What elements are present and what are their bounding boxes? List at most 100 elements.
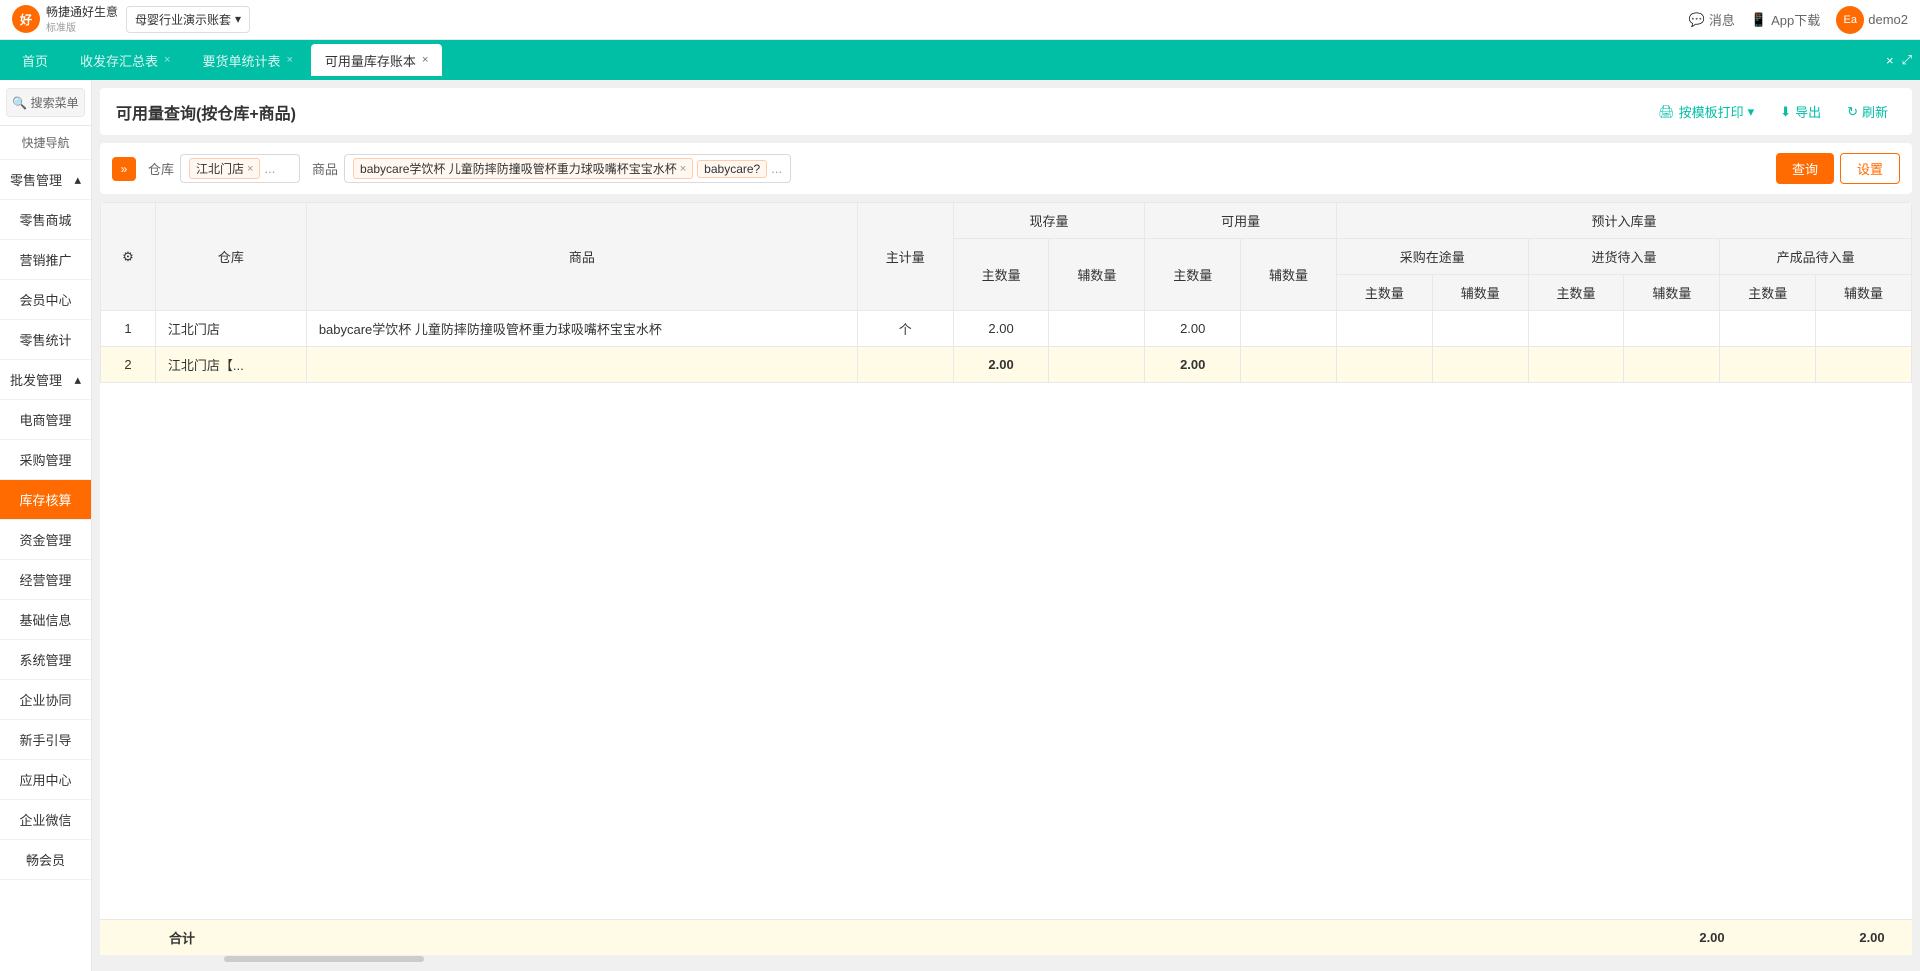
sidebar-item-enterprise-wechat[interactable]: 企业微信: [0, 800, 91, 840]
refresh-icon: ↻: [1847, 104, 1858, 120]
message-action[interactable]: 💬 消息: [1689, 10, 1735, 29]
sidebar-item-system[interactable]: 系统管理: [0, 640, 91, 680]
sidebar-item-label: 基础信息: [19, 610, 71, 629]
tab-available-inventory-label: 可用量库存账本: [325, 51, 416, 70]
sidebar-item-basic-info[interactable]: 基础信息: [0, 600, 91, 640]
sidebar-item-enterprise[interactable]: 企业协同: [0, 680, 91, 720]
sidebar-item-purchase[interactable]: 采购管理: [0, 440, 91, 480]
cell-production-pending-main: [1720, 347, 1816, 383]
chevron-down-icon: ▾: [1748, 104, 1755, 120]
sidebar-item-label: 库存核算: [19, 490, 71, 509]
tab-receive-summary[interactable]: 收发存汇总表 ×: [66, 44, 184, 76]
sidebar-item-label: 系统管理: [19, 650, 71, 669]
sidebar-item-label: 批发管理: [10, 370, 62, 389]
sidebar-item-finance[interactable]: 资金管理: [0, 520, 91, 560]
industry-label: 母婴行业演示账套: [135, 11, 231, 28]
cell-inbound-pending-aux: [1624, 347, 1720, 383]
cell-unit: [857, 347, 953, 383]
sidebar-item-inventory[interactable]: 库存核算: [0, 480, 91, 520]
print-label: 按模板打印: [1679, 102, 1744, 121]
product-tag-1-close[interactable]: ×: [680, 163, 686, 175]
col-warehouse-header: 仓库: [155, 203, 306, 311]
expand-icon: »: [121, 162, 128, 176]
quick-nav-label: 快捷导航: [21, 136, 69, 150]
product-tag-2-text: babycare?: [704, 162, 760, 176]
col-current-aux-header: 辅数量: [1049, 239, 1145, 311]
search-menu-button[interactable]: 🔍 搜索菜单: [6, 88, 85, 117]
main-layout: 🔍 搜索菜单 快捷导航 零售管理 ▴ 零售商城 营销推广 会员中心 零售统计 批…: [0, 80, 1920, 971]
sidebar-item-member[interactable]: 畅会员: [0, 840, 91, 880]
sidebar-item-label: 新手引导: [19, 730, 71, 749]
sidebar-item-label: 经营管理: [19, 570, 71, 589]
product-dots[interactable]: ...: [771, 161, 782, 176]
filter-expand-button[interactable]: »: [112, 157, 136, 181]
footer-available-main: 2.00: [1832, 930, 1912, 945]
cell-purchase-transit-main: [1336, 311, 1432, 347]
product-tag-1: babycare学饮杯 儿童防摔防撞吸管杯重力球吸嘴杯宝宝水杯 ×: [353, 158, 693, 179]
app-download-action[interactable]: 📱 App下载: [1751, 10, 1820, 29]
sidebar-item-ecommerce[interactable]: 电商管理: [0, 400, 91, 440]
sidebar-item-retail-management[interactable]: 零售管理 ▴: [0, 160, 91, 200]
tab-requisition-stats[interactable]: 要货单统计表 ×: [188, 44, 306, 76]
avatar: Ea: [1836, 6, 1864, 34]
maximize-icon[interactable]: ⤢: [1902, 52, 1912, 68]
print-button[interactable]: 🖨 按模板打印 ▾: [1650, 98, 1762, 125]
sidebar-item-wholesale-management[interactable]: 批发管理 ▴: [0, 360, 91, 400]
close-all-icon[interactable]: ×: [1886, 53, 1894, 68]
tab-requisition-stats-label: 要货单统计表: [202, 51, 280, 70]
table-container: ⚙ 仓库 商品 主计量 现存量 可用量 预计入库量 主数量 辅数量 主数量 辅数…: [100, 202, 1912, 963]
cell-inbound-pending-aux: [1624, 311, 1720, 347]
query-button[interactable]: 查询: [1776, 153, 1834, 184]
sidebar-search: 🔍 搜索菜单: [0, 80, 91, 126]
nav-tabs: 首页 收发存汇总表 × 要货单统计表 × 可用量库存账本 × × ⤢: [0, 40, 1920, 80]
cell-purchase-transit-main: [1336, 347, 1432, 383]
cell-available-main: 2.00: [1145, 347, 1241, 383]
cell-product: babycare学饮杯 儿童防摔防撞吸管杯重力球吸嘴杯宝宝水杯: [306, 311, 857, 347]
col-available-main-header: 主数量: [1145, 239, 1241, 311]
cell-current-aux: [1049, 347, 1145, 383]
product-value-area[interactable]: babycare学饮杯 儿童防摔防撞吸管杯重力球吸嘴杯宝宝水杯 × babyca…: [344, 154, 791, 183]
tab-home[interactable]: 首页: [8, 44, 62, 76]
sidebar-item-retail-mall[interactable]: 零售商城: [0, 200, 91, 240]
user-area[interactable]: Ea demo2: [1836, 6, 1908, 34]
cell-inbound-pending-main: [1528, 311, 1624, 347]
tab-requisition-stats-close[interactable]: ×: [286, 54, 292, 66]
warehouse-dots[interactable]: ...: [264, 161, 275, 176]
tab-receive-summary-close[interactable]: ×: [164, 54, 170, 66]
logo-text: 畅捷通好生意: [46, 5, 118, 19]
sidebar-item-retail-stats[interactable]: 零售统计: [0, 320, 91, 360]
data-table: ⚙ 仓库 商品 主计量 现存量 可用量 预计入库量 主数量 辅数量 主数量 辅数…: [100, 202, 1912, 383]
chevron-icon: ▴: [74, 172, 81, 188]
col-production-pending-aux: 辅数量: [1816, 275, 1912, 311]
logo-icon: 好: [12, 5, 40, 33]
scrollbar-thumb[interactable]: [224, 956, 424, 962]
sidebar-item-marketing[interactable]: 营销推广: [0, 240, 91, 280]
warehouse-value-area[interactable]: 江北门店 × ...: [180, 154, 300, 183]
warehouse-tag-close[interactable]: ×: [247, 163, 253, 175]
tab-receive-summary-label: 收发存汇总表: [80, 51, 158, 70]
tab-available-inventory[interactable]: 可用量库存账本 ×: [311, 44, 442, 76]
col-purchase-transit-header: 采购在途量: [1336, 239, 1528, 275]
sidebar-item-app-center[interactable]: 应用中心: [0, 760, 91, 800]
sidebar-item-label: 零售统计: [19, 330, 71, 349]
phone-icon: 📱: [1751, 12, 1767, 28]
industry-selector[interactable]: 母婴行业演示账套 ▾: [126, 6, 250, 33]
cell-purchase-transit-aux: [1432, 311, 1528, 347]
sidebar-item-label: 会员中心: [19, 290, 71, 309]
col-settings[interactable]: ⚙: [101, 203, 156, 311]
export-button[interactable]: ⬇ 导出: [1772, 98, 1829, 125]
chevron-down-icon: ▾: [235, 12, 241, 26]
logo-sub: 标准版: [46, 19, 118, 34]
sidebar-item-new-guide[interactable]: 新手引导: [0, 720, 91, 760]
cell-index: 2: [101, 347, 156, 383]
sidebar-item-label: 企业协同: [19, 690, 71, 709]
refresh-button[interactable]: ↻ 刷新: [1839, 98, 1896, 125]
quick-nav-button[interactable]: 快捷导航: [0, 126, 91, 160]
tab-available-inventory-close[interactable]: ×: [422, 54, 428, 66]
cell-current-aux: [1049, 311, 1145, 347]
sidebar-item-operations[interactable]: 经营管理: [0, 560, 91, 600]
product-label: 商品: [312, 159, 338, 178]
sidebar-item-member-center[interactable]: 会员中心: [0, 280, 91, 320]
settings-button[interactable]: 设置: [1840, 153, 1900, 184]
horizontal-scrollbar[interactable]: [100, 955, 1912, 963]
